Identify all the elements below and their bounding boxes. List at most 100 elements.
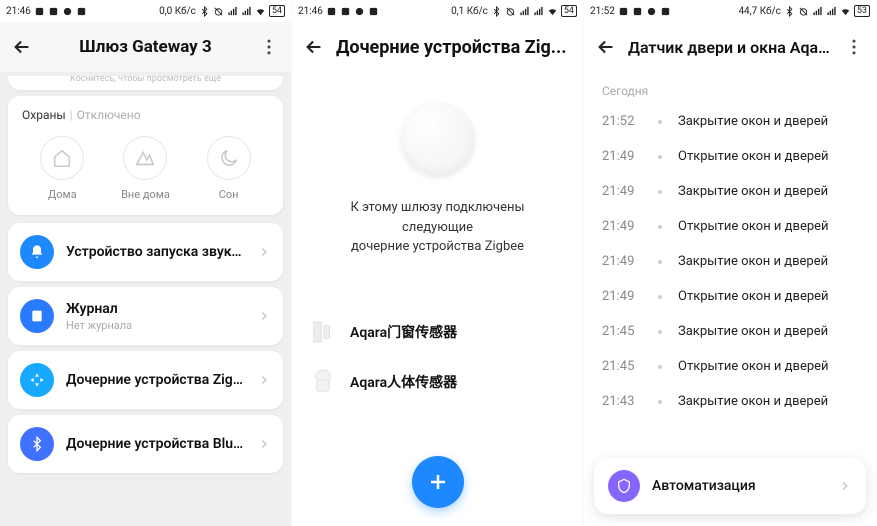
event-time: 21:49 — [602, 289, 642, 304]
battery-indicator: 54 — [561, 5, 577, 17]
item-bluetooth-children[interactable]: Дочерние устройства Bluet... — [8, 415, 283, 473]
app-icon — [632, 6, 643, 17]
zigbee-icon — [20, 363, 54, 397]
app-icon — [646, 6, 657, 17]
automation-button[interactable]: Автоматизация — [594, 458, 866, 514]
net-speed: 0,0 Кб/с — [159, 6, 196, 17]
bullet-icon — [658, 400, 662, 404]
mode-home[interactable]: Дома — [40, 136, 84, 201]
wifi-icon — [547, 6, 558, 17]
status-time: 21:46 — [298, 6, 323, 17]
section-today: Сегодня — [584, 72, 876, 104]
event-time: 21:45 — [602, 324, 642, 339]
back-button[interactable] — [594, 35, 618, 59]
guard-label: Охраны — [22, 108, 66, 122]
bluetooth-icon — [199, 6, 210, 17]
bullet-icon — [658, 295, 662, 299]
more-button[interactable] — [257, 35, 281, 59]
event-time: 21:43 — [602, 394, 642, 409]
alarm-off-icon — [505, 6, 516, 17]
app-icon — [660, 6, 671, 17]
event-text: Открытие окон и дверей — [678, 219, 829, 234]
app-icon — [618, 6, 629, 17]
app-icon — [48, 6, 59, 17]
statusbar: 21:46 0,1 Кб/с 54 — [292, 0, 583, 22]
event-row[interactable]: 21:49 Открытие окон и дверей — [584, 209, 876, 244]
event-time: 21:49 — [602, 219, 642, 234]
item-zigbee-children[interactable]: Дочерние устройства Zigbee — [8, 351, 283, 409]
page-title: Датчик двери и окна Aqara — [628, 38, 832, 57]
event-text: Открытие окон и дверей — [678, 359, 829, 374]
app-icon — [34, 6, 45, 17]
event-row[interactable]: 21:43 Закрытие окон и дверей — [584, 384, 876, 419]
hero-description: К этому шлюзу подключены следующие дочер… — [316, 198, 559, 257]
gateway-image — [401, 102, 475, 176]
event-text: Закрытие окон и дверей — [678, 324, 828, 339]
bullet-icon — [658, 190, 662, 194]
event-row[interactable]: 21:49Закрытие окон и дверей — [584, 244, 876, 279]
app-icon — [76, 6, 87, 17]
home-icon — [40, 136, 84, 180]
chevron-right-icon — [257, 245, 271, 259]
bluetooth-icon — [491, 6, 502, 17]
event-row[interactable]: 21:49Закрытие окон и дверей — [584, 174, 876, 209]
device-row[interactable]: Aqara门窗传感器 — [292, 307, 583, 357]
bell-icon — [20, 235, 54, 269]
previous-card-peek[interactable]: Коснитесь, чтобы просмотреть еще — [8, 76, 283, 90]
signal-icon — [812, 6, 823, 17]
guard-status: Отключено — [77, 108, 141, 122]
motion-sensor-icon — [310, 369, 336, 395]
battery-indicator: 54 — [269, 5, 285, 17]
app-icon — [340, 6, 351, 17]
back-button[interactable] — [302, 35, 326, 59]
event-text: Открытие окон и дверей — [678, 149, 829, 164]
bullet-icon — [658, 120, 662, 124]
add-device-button[interactable] — [412, 456, 464, 508]
item-journal[interactable]: Журнал Нет журнала — [8, 287, 283, 345]
net-speed: 44,7 Кб/с — [738, 6, 780, 17]
bullet-icon — [658, 330, 662, 334]
wifi-icon — [840, 6, 851, 17]
event-row[interactable]: 21:49 Открытие окон и дверей — [584, 139, 876, 174]
app-icon — [368, 6, 379, 17]
event-row[interactable]: 21:45Открытие окон и дверей — [584, 349, 876, 384]
event-row[interactable]: 21:49Открытие окон и дверей — [584, 279, 876, 314]
alarm-off-icon — [213, 6, 224, 17]
event-row[interactable]: 21:52 Закрытие окон и дверей — [584, 104, 876, 139]
event-time: 21:49 — [602, 149, 642, 164]
event-row[interactable]: 21:45 Закрытие окон и дверей — [584, 314, 876, 349]
app-icon — [326, 6, 337, 17]
moon-icon — [207, 136, 251, 180]
status-time: 21:52 — [590, 6, 615, 17]
guard-card: Охраны|Отключено Дома Вне дома Сон — [8, 96, 283, 215]
header: Датчик двери и окна Aqara — [584, 22, 876, 72]
bullet-icon — [658, 365, 662, 369]
header: Дочерние устройства Zig... — [292, 22, 583, 72]
chevron-right-icon — [257, 373, 271, 387]
signal-icon — [227, 6, 238, 17]
event-text: Закрытие окон и дверей — [678, 254, 828, 269]
chevron-right-icon — [257, 437, 271, 451]
automation-icon — [608, 470, 640, 502]
back-button[interactable] — [10, 35, 34, 59]
event-time: 21:52 — [602, 114, 642, 129]
event-text: Закрытие окон и дверей — [678, 394, 828, 409]
statusbar: 21:52 44,7 Кб/с 53 — [584, 0, 876, 22]
event-text: Закрытие окон и дверей — [678, 184, 828, 199]
chevron-right-icon — [257, 309, 271, 323]
page-title: Шлюз Gateway 3 — [44, 37, 247, 57]
bullet-icon — [658, 155, 662, 159]
event-text: Закрытие окон и дверей — [678, 114, 828, 129]
alarm-off-icon — [798, 6, 809, 17]
battery-indicator: 53 — [854, 5, 870, 17]
item-sound-trigger[interactable]: Устройство запуска звуков... — [8, 223, 283, 281]
mode-away[interactable]: Вне дома — [121, 136, 170, 201]
bluetooth-devices-icon — [20, 427, 54, 461]
mode-sleep[interactable]: Сон — [207, 136, 251, 201]
net-speed: 0,1 Кб/с — [451, 6, 488, 17]
more-button[interactable] — [842, 35, 866, 59]
away-icon — [123, 136, 167, 180]
device-row[interactable]: Aqara人体传感器 — [292, 357, 583, 407]
journal-icon — [20, 299, 54, 333]
wifi-icon — [255, 6, 266, 17]
